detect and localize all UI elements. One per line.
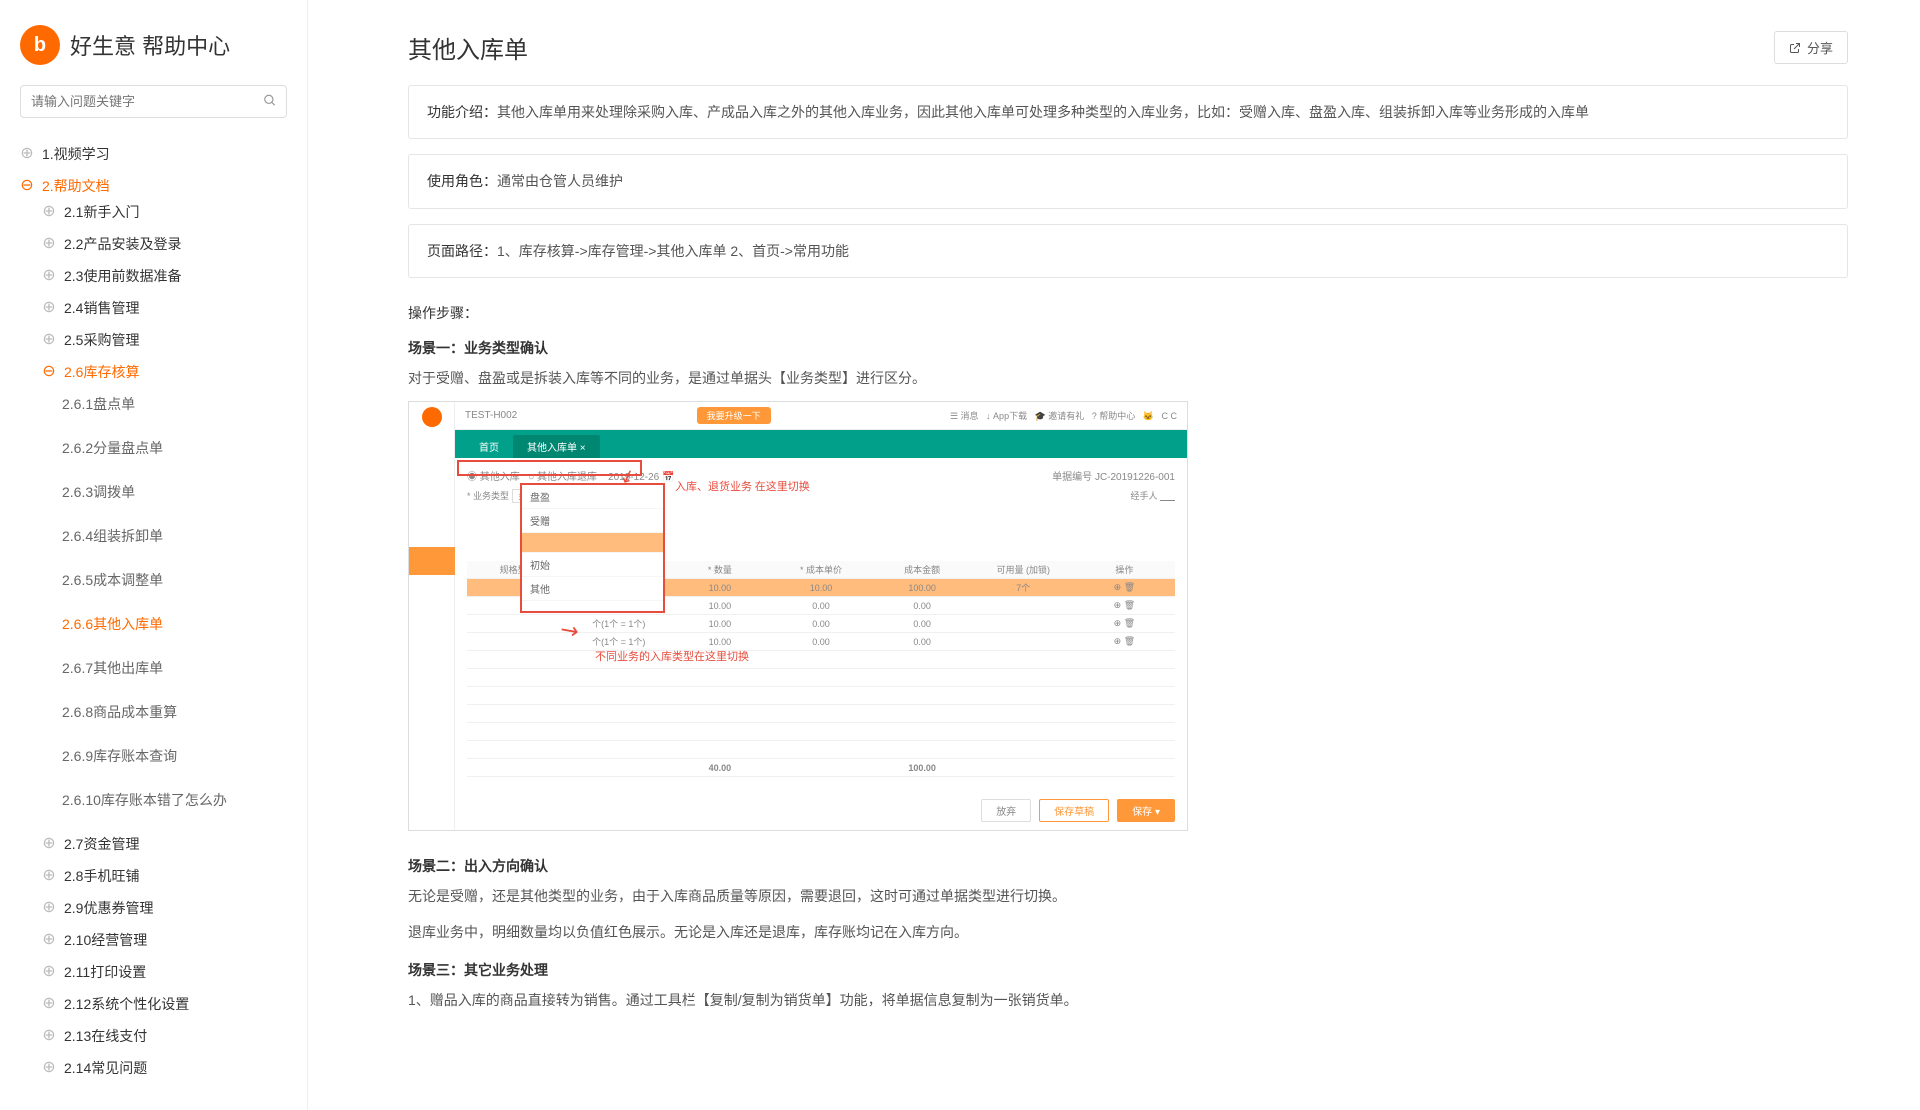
plus-icon: ⊕ — [42, 901, 56, 915]
nav-leaf-2-6-2[interactable]: 2.6.2分量盘点单 — [62, 432, 287, 464]
plus-icon: ⊕ — [42, 237, 56, 251]
nav-item-2-4[interactable]: ⊕2.4销售管理 — [42, 298, 287, 318]
nav-item-2-10[interactable]: ⊕2.10经营管理 — [42, 930, 287, 950]
panel-path: 页面路径：1、库存核算->库存管理->其他入库单 2、首页->常用功能 — [408, 224, 1848, 278]
nav-leaf-2-6-10[interactable]: 2.6.10库存账本错了怎么办 — [62, 784, 287, 816]
role-text: 通常由仓管人员维护 — [497, 173, 623, 189]
role-label: 使用角色： — [427, 173, 497, 189]
nav-item-help-docs[interactable]: ⊖2.帮助文档 — [20, 176, 287, 196]
scene2-para2: 退库业务中，明细数量均以负值红色展示。无论是入库还是退库，库存账均记在入库方向。 — [408, 920, 1848, 945]
sidebar: b 好生意 帮助中心 ⊕1.视频学习 ⊖2.帮助文档 ⊕2.1新手入门 ⊕2.2… — [0, 0, 308, 1110]
plus-icon: ⊕ — [42, 1061, 56, 1075]
plus-icon: ⊕ — [42, 205, 56, 219]
screenshot-image: TEST-H002 我要升级一下 ☰ 消息 ↓ App下载 🎓 邀请有礼 ? 帮… — [408, 401, 1188, 831]
nav-item-2-9[interactable]: ⊕2.9优惠券管理 — [42, 898, 287, 918]
scene1-para1: 对于受赠、盘盈或是拆装入库等不同的业务，是通过单据头【业务类型】进行区分。 — [408, 366, 1848, 391]
path-text: 1、库存核算->库存管理->其他入库单 2、首页->常用功能 — [497, 243, 849, 259]
nav-item-video[interactable]: ⊕1.视频学习 — [20, 144, 287, 164]
nav-item-2-3[interactable]: ⊕2.3使用前数据准备 — [42, 266, 287, 286]
nav-leaf-2-6-5[interactable]: 2.6.5成本调整单 — [62, 564, 287, 596]
scene2-para1: 无论是受赠，还是其他类型的业务，由于入库商品质量等原因，需要退回，这时可通过单据… — [408, 884, 1848, 909]
nav-leaf-2-6-1[interactable]: 2.6.1盘点单 — [62, 388, 287, 420]
plus-icon: ⊕ — [42, 301, 56, 315]
nav-leaf-2-6-7[interactable]: 2.6.7其他出库单 — [62, 652, 287, 684]
minus-icon: ⊖ — [42, 365, 56, 379]
nav-leaf-2-6-9[interactable]: 2.6.9库存账本查询 — [62, 740, 287, 772]
brand-title: 好生意 帮助中心 — [70, 29, 230, 61]
share-icon — [1789, 42, 1801, 54]
panel-intro: 功能介绍：其他入库单用来处理除采购入库、产成品入库之外的其他入库业务，因此其他入… — [408, 85, 1848, 139]
nav-item-2-14[interactable]: ⊕2.14常见问题 — [42, 1058, 287, 1078]
plus-icon: ⊕ — [42, 837, 56, 851]
nav-item-2-12[interactable]: ⊕2.12系统个性化设置 — [42, 994, 287, 1014]
plus-icon: ⊕ — [42, 933, 56, 947]
nav-leaf-2-6-3[interactable]: 2.6.3调拨单 — [62, 476, 287, 508]
scene2-title: 场景二：出入方向确认 — [408, 856, 1848, 876]
operation-steps-label: 操作步骤： — [408, 303, 1848, 323]
panel-role: 使用角色：通常由仓管人员维护 — [408, 154, 1848, 208]
share-button[interactable]: 分享 — [1774, 31, 1848, 64]
plus-icon: ⊕ — [42, 869, 56, 883]
nav-item-2-1[interactable]: ⊕2.1新手入门 — [42, 202, 287, 222]
nav-tree: ⊕1.视频学习 ⊖2.帮助文档 ⊕2.1新手入门 ⊕2.2产品安装及登录 ⊕2.… — [20, 138, 287, 1090]
plus-icon: ⊕ — [20, 147, 34, 161]
brand-header: b 好生意 帮助中心 — [20, 25, 287, 65]
intro-label: 功能介绍： — [427, 104, 497, 120]
minus-icon: ⊖ — [20, 179, 34, 193]
nav-item-2-8[interactable]: ⊕2.8手机旺铺 — [42, 866, 287, 886]
intro-text: 其他入库单用来处理除采购入库、产成品入库之外的其他入库业务，因此其他入库单可处理… — [497, 104, 1589, 120]
plus-icon: ⊕ — [42, 997, 56, 1011]
plus-icon: ⊕ — [42, 269, 56, 283]
main-content: 其他入库单 分享 功能介绍：其他入库单用来处理除采购入库、产成品入库之外的其他入… — [308, 0, 1908, 1110]
brand-logo: b — [20, 25, 60, 65]
search-icon[interactable] — [263, 93, 277, 110]
nav-item-2-6[interactable]: ⊖2.6库存核算 — [42, 362, 287, 382]
nav-item-2-7[interactable]: ⊕2.7资金管理 — [42, 834, 287, 854]
page-title: 其他入库单 — [408, 30, 528, 65]
search-input[interactable] — [20, 85, 287, 118]
search-box — [20, 85, 287, 118]
plus-icon: ⊕ — [42, 333, 56, 347]
path-label: 页面路径： — [427, 243, 497, 259]
nav-leaf-2-6-8[interactable]: 2.6.8商品成本重算 — [62, 696, 287, 728]
scene3-para1: 1、赠品入库的商品直接转为销售。通过工具栏【复制/复制为销货单】功能，将单据信息… — [408, 988, 1848, 1013]
plus-icon: ⊕ — [42, 965, 56, 979]
scene1-title: 场景一：业务类型确认 — [408, 338, 1848, 358]
nav-item-2-11[interactable]: ⊕2.11打印设置 — [42, 962, 287, 982]
nav-leaf-2-6-4[interactable]: 2.6.4组装拆卸单 — [62, 520, 287, 552]
scene3-title: 场景三：其它业务处理 — [408, 960, 1848, 980]
nav-item-2-2[interactable]: ⊕2.2产品安装及登录 — [42, 234, 287, 254]
plus-icon: ⊕ — [42, 1029, 56, 1043]
nav-item-2-5[interactable]: ⊕2.5采购管理 — [42, 330, 287, 350]
nav-leaf-2-6-6[interactable]: 2.6.6其他入库单 — [62, 608, 287, 640]
nav-item-2-13[interactable]: ⊕2.13在线支付 — [42, 1026, 287, 1046]
